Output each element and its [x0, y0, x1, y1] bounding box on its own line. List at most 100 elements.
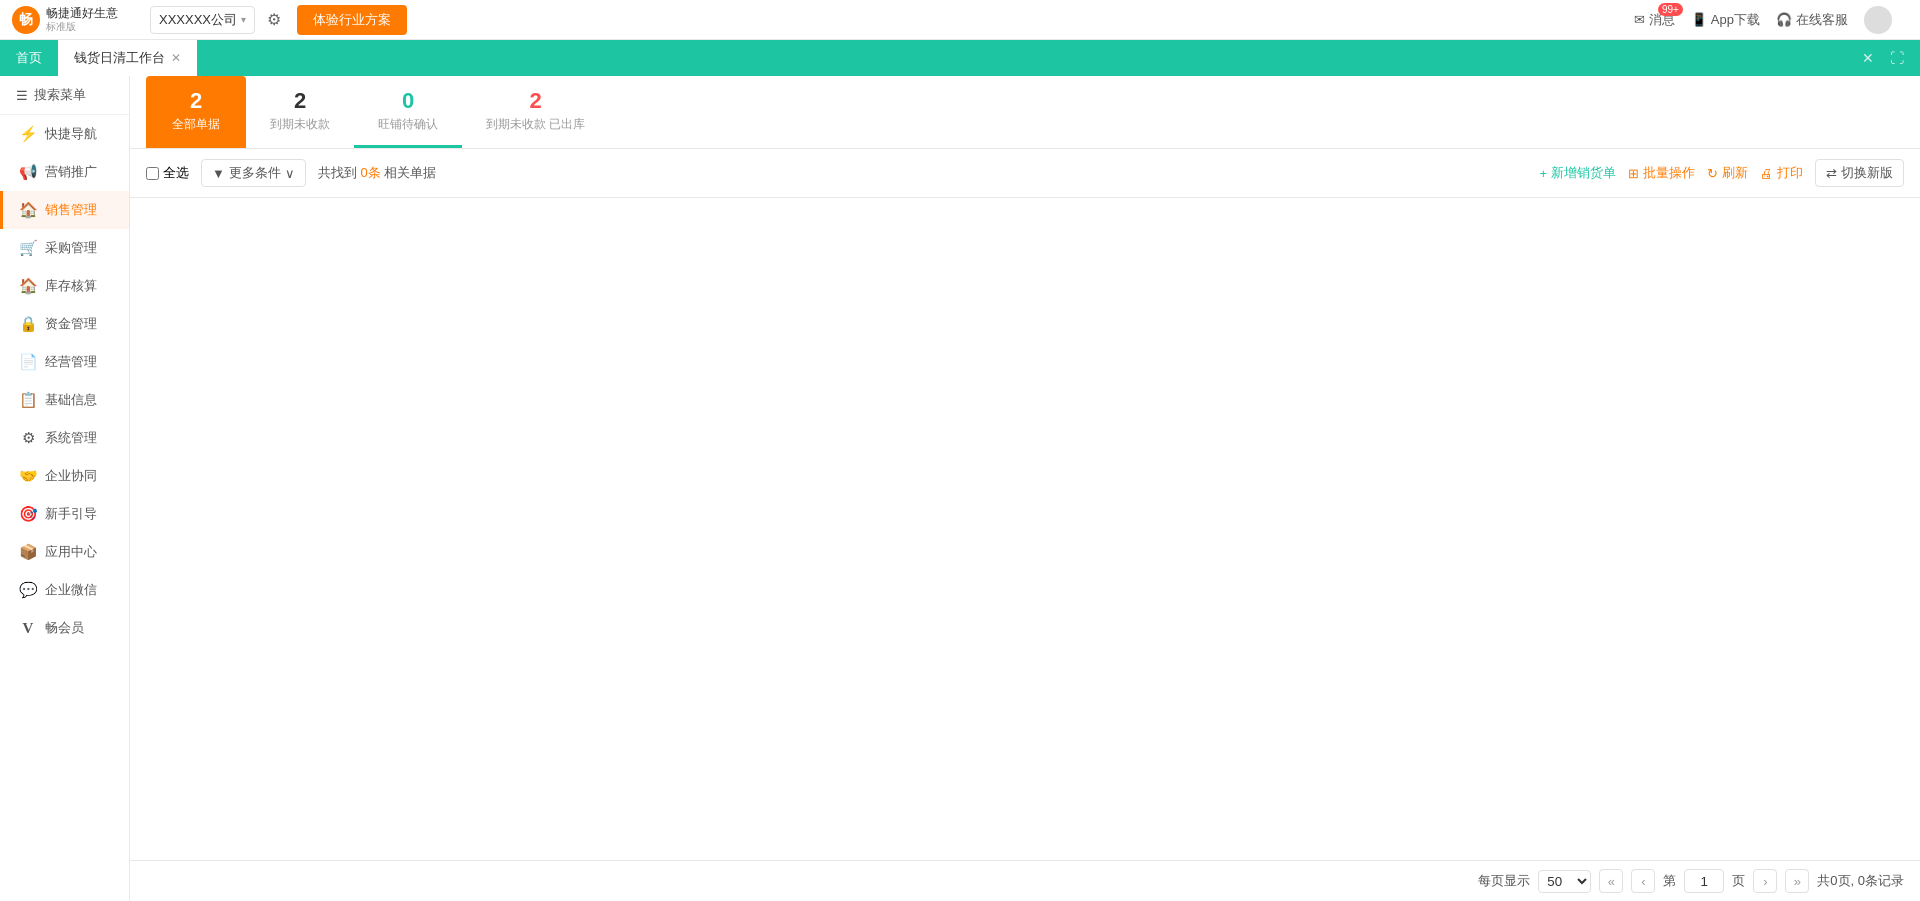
- sidebar-item-label: 资金管理: [45, 315, 97, 333]
- sidebar-item-label: 采购管理: [45, 239, 97, 257]
- stat-label-pending: 旺铺待确认: [378, 116, 438, 133]
- online-service-btn[interactable]: 🎧 在线客服: [1776, 11, 1848, 29]
- stat-label-overdue: 到期未收款: [270, 116, 330, 133]
- page-input[interactable]: [1684, 869, 1724, 893]
- page-label: 第: [1663, 872, 1676, 890]
- stats-tabs: 2 全部单据 2 到期未收款 0 旺铺待确认 2 到期未收款 已出库: [130, 76, 1920, 149]
- tab-bar: 首页 钱货日清工作台 ✕ ✕ ⛶: [0, 40, 1920, 76]
- next-page-btn[interactable]: ›: [1753, 869, 1777, 893]
- prev-page-btn[interactable]: ‹: [1631, 869, 1655, 893]
- chevron-filter-icon: ∨: [285, 166, 295, 181]
- tab-close-btn[interactable]: ✕: [171, 51, 181, 65]
- finance-icon: 🔒: [19, 315, 37, 333]
- refresh-icon: ↻: [1707, 166, 1718, 181]
- tab-workbench-label: 钱货日清工作台: [74, 49, 165, 67]
- first-page-btn[interactable]: «: [1599, 869, 1623, 893]
- app-center-icon: 📦: [19, 543, 37, 561]
- sidebar-item-label: 快捷导航: [45, 125, 97, 143]
- stat-count-overdue: 2: [270, 88, 330, 114]
- filter-icon: ▼: [212, 166, 225, 181]
- sidebar: ☰ 搜索菜单 ⚡ 快捷导航 📢 营销推广 🏠 销售管理 🛒 采购管理 🏠 库存核…: [0, 76, 130, 901]
- sidebar-item-label: 企业协同: [45, 467, 97, 485]
- tab-expand-action[interactable]: ⛶: [1886, 46, 1908, 70]
- app-download-label: App下载: [1711, 11, 1760, 29]
- sidebar-item-system[interactable]: ⚙ 系统管理: [0, 419, 129, 457]
- sidebar-item-basic-info[interactable]: 📋 基础信息: [0, 381, 129, 419]
- sidebar-item-label: 企业微信: [45, 581, 97, 599]
- refresh-btn[interactable]: ↻ 刷新: [1707, 164, 1748, 182]
- inventory-icon: 🏠: [19, 277, 37, 295]
- logo-icon: 畅: [12, 6, 40, 34]
- sidebar-item-quick-nav[interactable]: ⚡ 快捷导航: [0, 115, 129, 153]
- select-all-checkbox[interactable]: 全选: [146, 164, 189, 182]
- company-name: XXXXXX公司: [159, 11, 237, 29]
- last-page-btn[interactable]: »: [1785, 869, 1809, 893]
- avatar[interactable]: [1864, 6, 1892, 34]
- tab-bar-right: ✕ ⛶: [1858, 46, 1920, 70]
- online-service-label: 在线客服: [1796, 11, 1848, 29]
- logo-area: 畅 畅捷通好生意 标准版: [12, 6, 142, 34]
- system-icon: ⚙: [19, 429, 37, 447]
- sidebar-item-marketing[interactable]: 📢 营销推广: [0, 153, 129, 191]
- page-suffix: 页: [1732, 872, 1745, 890]
- stat-tab-overdue[interactable]: 2 到期未收款: [246, 76, 354, 148]
- tab-home-label: 首页: [16, 49, 42, 67]
- stat-tab-overdue-shipped[interactable]: 2 到期未收款 已出库: [462, 76, 609, 148]
- quick-nav-icon: ⚡: [19, 125, 37, 143]
- filter-btn[interactable]: ▼ 更多条件 ∨: [201, 159, 306, 187]
- company-selector[interactable]: XXXXXX公司 ▾: [150, 6, 255, 34]
- tab-workbench[interactable]: 钱货日清工作台 ✕: [58, 40, 197, 76]
- add-btn-label: 新增销货单: [1551, 164, 1616, 182]
- settings-icon-btn[interactable]: ⚙: [263, 6, 285, 33]
- sidebar-item-app-center[interactable]: 📦 应用中心: [0, 533, 129, 571]
- sidebar-item-operations[interactable]: 📄 经营管理: [0, 343, 129, 381]
- switch-icon: ⇄: [1826, 166, 1837, 181]
- sidebar-item-weixin[interactable]: 💬 企业微信: [0, 571, 129, 609]
- tab-home[interactable]: 首页: [0, 40, 58, 76]
- batch-operation-btn[interactable]: ⊞ 批量操作: [1628, 164, 1695, 182]
- print-icon: 🖨: [1760, 166, 1773, 181]
- print-label: 打印: [1777, 164, 1803, 182]
- found-text: 共找到 0条 相关单据: [318, 164, 436, 182]
- stat-label-overdue-shipped: 到期未收款 已出库: [486, 116, 585, 133]
- experience-btn[interactable]: 体验行业方案: [297, 5, 407, 35]
- guide-icon: 🎯: [19, 505, 37, 523]
- search-menu[interactable]: ☰ 搜索菜单: [0, 76, 129, 115]
- search-menu-label: 搜索菜单: [34, 86, 86, 104]
- sidebar-item-label: 营销推广: [45, 163, 97, 181]
- sidebar-item-inventory[interactable]: 🏠 库存核算: [0, 267, 129, 305]
- add-icon: +: [1539, 166, 1547, 181]
- sidebar-item-label: 系统管理: [45, 429, 97, 447]
- page-size-label: 每页显示: [1478, 872, 1530, 890]
- sidebar-item-cooperation[interactable]: 🤝 企业协同: [0, 457, 129, 495]
- weixin-icon: 💬: [19, 581, 37, 599]
- sidebar-item-purchase[interactable]: 🛒 采购管理: [0, 229, 129, 267]
- tab-close-action[interactable]: ✕: [1858, 46, 1878, 70]
- message-btn[interactable]: ✉ 消息 99+: [1634, 11, 1675, 29]
- select-all-input[interactable]: [146, 167, 159, 180]
- batch-label: 批量操作: [1643, 164, 1695, 182]
- stat-tab-all[interactable]: 2 全部单据: [146, 76, 246, 148]
- operations-icon: 📄: [19, 353, 37, 371]
- app-download-btn[interactable]: 📱 App下载: [1691, 11, 1760, 29]
- stat-tab-pending[interactable]: 0 旺铺待确认: [354, 76, 462, 148]
- switch-version-btn[interactable]: ⇄ 切换新版: [1815, 159, 1904, 187]
- stat-label-all: 全部单据: [170, 116, 222, 133]
- sidebar-item-sales[interactable]: 🏠 销售管理: [0, 191, 129, 229]
- cooperation-icon: 🤝: [19, 467, 37, 485]
- sidebar-item-finance[interactable]: 🔒 资金管理: [0, 305, 129, 343]
- batch-icon: ⊞: [1628, 166, 1639, 181]
- found-count: 0条: [361, 165, 381, 180]
- page-size-select[interactable]: 50 100 200: [1538, 870, 1591, 893]
- member-icon: V: [19, 619, 37, 637]
- sidebar-item-label: 基础信息: [45, 391, 97, 409]
- add-sales-order-btn[interactable]: + 新增销货单: [1539, 164, 1616, 182]
- select-all-label: 全选: [163, 164, 189, 182]
- marketing-icon: 📢: [19, 163, 37, 181]
- toolbar: 全选 ▼ 更多条件 ∨ 共找到 0条 相关单据 + 新增销货单 ⊞ 批量操作: [130, 149, 1920, 198]
- print-btn[interactable]: 🖨 打印: [1760, 164, 1803, 182]
- phone-icon: 📱: [1691, 12, 1707, 27]
- sidebar-item-guide[interactable]: 🎯 新手引导: [0, 495, 129, 533]
- sidebar-item-member[interactable]: V 畅会员: [0, 609, 129, 647]
- header-right: ✉ 消息 99+ 📱 App下载 🎧 在线客服: [1634, 6, 1908, 34]
